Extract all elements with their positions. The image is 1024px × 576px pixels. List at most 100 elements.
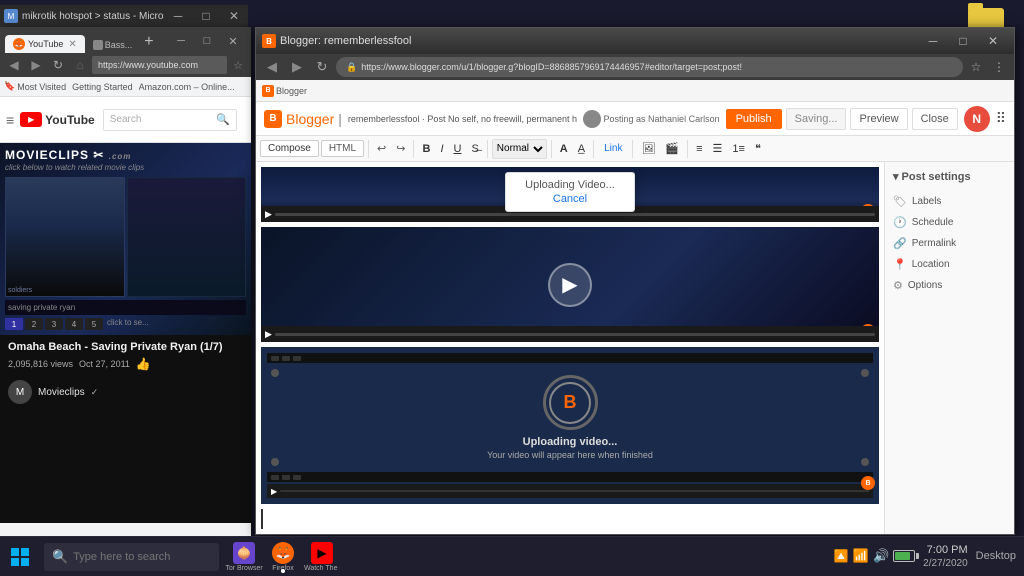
sidebar-schedule-row[interactable]: 🕐 Schedule [893,212,1006,233]
user-avatar[interactable]: N [964,106,990,132]
firefox-taskbar-btn[interactable]: 🦊 Firefox [264,538,302,576]
blogger-app-bar: B Blogger | rememberlessfool · Post No s… [256,102,1014,136]
strikethrough-btn[interactable]: S̶ [467,141,482,157]
channel-name[interactable]: Movieclips [38,387,85,398]
saving-btn[interactable]: Saving... [786,108,847,130]
upload-popup: Uploading Video... Cancel [505,172,635,212]
link-btn[interactable]: Link [598,141,628,156]
blogger-minimize-btn[interactable]: ─ [918,28,948,54]
redo-btn[interactable]: ↪ [392,140,409,157]
blog-editor[interactable]: Uploading Video... Cancel B ▶ ▶ B [256,162,884,534]
bookmark-amazon[interactable]: Amazon.com – Online... [139,82,235,92]
mikrotik-close-btn[interactable]: ✕ [220,5,248,27]
compose-btn[interactable]: Compose [260,140,319,157]
like-btn[interactable]: 👍 [136,357,151,371]
mikrotik-minimize-btn[interactable]: ─ [164,5,192,27]
progress-bar-mid[interactable] [275,333,875,336]
browser-minimize-btn[interactable]: ─ [168,31,194,51]
blogger-back-btn[interactable]: ◀ [261,59,283,75]
taskbar-search-input[interactable] [73,551,203,563]
image-btn[interactable]: 🖼 [637,140,659,157]
preview-btn[interactable]: Preview [850,108,907,130]
thumb-4[interactable]: 4 [65,318,83,330]
italic-btn[interactable]: I [436,141,447,157]
movieclips-brand: MOVIECLIPS ✂ .com [5,148,246,162]
progress-bar-bottom[interactable] [280,490,869,492]
quote-btn[interactable]: ❝ [751,140,765,157]
play-btn-mid[interactable]: ▶ [265,329,272,340]
youtube-content[interactable]: MOVIECLIPS ✂ .com click below to watch r… [0,143,251,523]
new-tab-btn[interactable]: + [144,33,153,53]
sidebar-labels-row[interactable]: 🏷 Labels [893,191,1006,212]
youtube-tab-active[interactable]: 🦊 YouTube ✕ [5,35,85,53]
bookmark-getting-started[interactable]: Getting Started [72,82,133,92]
list-btn[interactable]: ☰ [709,140,727,157]
blogger-win-controls[interactable]: ─ □ ✕ [918,28,1008,54]
play-btn-top[interactable]: ▶ [265,209,272,220]
thumb-1[interactable]: 1 [5,318,23,330]
video-container: ▶ B ▶ [261,227,879,342]
desktop-label[interactable]: Desktop [976,550,1016,562]
apps-grid-icon[interactable]: ⠿ [996,110,1006,127]
back-btn[interactable]: ◀ [4,58,24,72]
mikrotik-maximize-btn[interactable]: □ [192,5,220,27]
html-btn[interactable]: HTML [321,140,364,157]
bold-btn[interactable]: B [418,141,434,157]
address-bar[interactable]: https://www.youtube.com [92,56,227,74]
highlight-btn[interactable]: A̲ [574,141,589,157]
progress-bar-top[interactable] [275,213,875,216]
publish-btn[interactable]: Publish [726,109,782,129]
toolbar-sep-4 [551,140,552,158]
reload-btn[interactable]: ↻ [48,58,68,72]
numbered-list-btn[interactable]: 1≡ [728,141,749,157]
play-btn-bottom[interactable]: ▶ [271,487,277,496]
channel-avatar[interactable]: M [8,380,32,404]
sidebar-location-row[interactable]: 📍 Location [893,254,1006,275]
thumb-2[interactable]: 2 [25,318,43,330]
toolbar-sep-7 [687,140,688,158]
video-play-btn[interactable]: ▶ [548,263,592,307]
blogger-forward-btn[interactable]: ▶ [286,59,308,75]
font-format-dropdown[interactable]: Normal [492,139,547,159]
blogger-reload-btn[interactable]: ↻ [311,59,333,75]
close-post-btn[interactable]: Close [912,108,958,130]
youtube-tab-inactive[interactable]: Bass... [85,37,141,53]
hamburger-menu[interactable]: ≡ [6,112,14,128]
blogger-maximize-btn[interactable]: □ [948,28,978,54]
underline-btn[interactable]: U [450,141,466,157]
browser-close-btn[interactable]: ✕ [220,31,246,51]
blogger-close-btn[interactable]: ✕ [978,28,1008,54]
blogger-menu-btn[interactable]: ⋮ [989,60,1009,74]
tray-arrow-icon[interactable]: 🔼 [834,549,849,563]
browser-window-controls[interactable]: ─ □ ✕ [168,31,246,53]
blogger-address-bar[interactable]: 🔒 https://www.blogger.com/u/1/blogger.g?… [336,57,963,77]
forward-btn[interactable]: ▶ [26,58,46,72]
blogger-action-btns[interactable]: Publish Saving... Preview Close [726,108,958,130]
sidebar-permalink-row[interactable]: 🔗 Permalink [893,233,1006,254]
browser-maximize-btn[interactable]: □ [194,31,220,51]
home-btn[interactable]: ⌂ [70,58,90,72]
tor-browser-taskbar-btn[interactable]: 🧅 Tor Browser [225,538,263,576]
sidebar-options-row[interactable]: ⚙ Options [893,275,1006,296]
font-color-btn[interactable]: A [556,141,572,157]
post-settings-title[interactable]: ▾ Post settings [893,170,1006,183]
undo-btn[interactable]: ↩ [373,140,390,157]
youtube-search-bar[interactable]: Search 🔍 [103,109,237,131]
bookmark-most-visited[interactable]: 🔖Most Visited [4,81,66,92]
blogger-bookmark-1[interactable]: B Blogger [262,85,307,97]
tab-close-btn[interactable]: ✕ [68,39,76,50]
mikrotik-window-controls[interactable]: ─ □ ✕ [164,5,248,27]
youtube-watch-taskbar-btn[interactable]: ▶ Watch The Red Pill... [303,538,341,576]
blogger-star-btn[interactable]: ☆ [966,60,986,74]
video-btn[interactable]: 🎬 [661,140,683,157]
taskbar-search-bar[interactable]: 🔍 [44,543,219,571]
posting-as-text: Posting as Nathaniel Carlson [604,114,720,124]
blogger-post-info: rememberlessfool · Post No self, no free… [348,114,577,124]
align-left-btn[interactable]: ≡ [692,141,706,157]
bookmark-star[interactable]: ☆ [229,59,247,72]
windows-start-btn[interactable] [0,537,40,576]
video-info-section: Omaha Beach - Saving Private Ryan (1/7) … [0,335,251,376]
upload-cancel-btn[interactable]: Cancel [520,193,620,205]
thumb-5[interactable]: 5 [85,318,103,330]
thumb-3[interactable]: 3 [45,318,63,330]
